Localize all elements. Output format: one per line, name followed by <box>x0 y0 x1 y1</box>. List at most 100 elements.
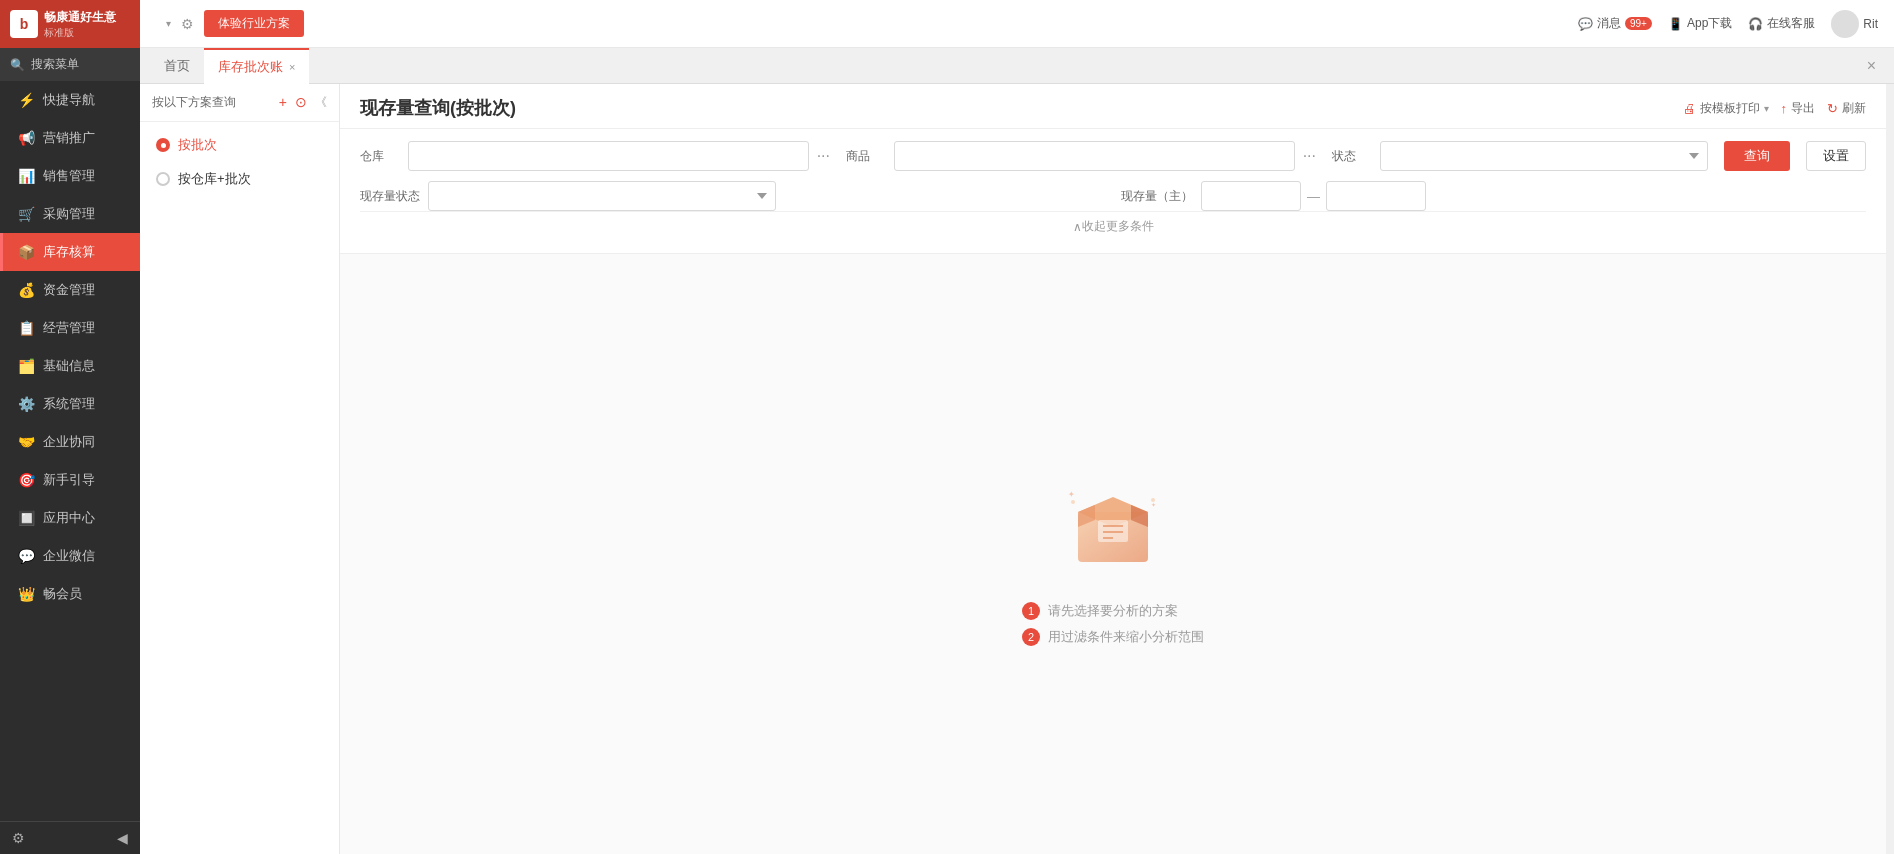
filter-item-label: 按批次 <box>178 136 217 154</box>
sidebar-item-label: 系统管理 <box>43 395 95 413</box>
stock-status-condition: 现存量状态 <box>360 181 1105 211</box>
export-label: 导出 <box>1791 100 1815 117</box>
message-button[interactable]: 💬 消息 99+ <box>1578 15 1652 32</box>
sidebar-item-label: 应用中心 <box>43 509 95 527</box>
tab-close-icon[interactable]: × <box>289 61 295 73</box>
query-actions: 🖨 按模板打印 ▾ ↑ 导出 ↻ 刷新 <box>1683 100 1867 117</box>
app-logo: b <box>10 10 38 38</box>
trial-industry-button[interactable]: 体验行业方案 <box>204 10 304 37</box>
filter-panel-header: 按以下方案查询 + ⊙ 《 <box>140 84 339 122</box>
sidebar-item-label: 快捷导航 <box>43 91 95 109</box>
refresh-icon: ↻ <box>1827 101 1838 116</box>
inventory-icon: 📦 <box>17 244 35 260</box>
sidebar-item-label: 新手引导 <box>43 471 95 489</box>
sidebar-header: b 畅康通好生意 标准版 <box>0 0 140 48</box>
user-name: Rit <box>1863 17 1878 31</box>
topbar: ▾ ⚙ 体验行业方案 💬 消息 99+ 📱 App下载 🎧 在线客服 Rit <box>140 0 1894 48</box>
filter-add-icon[interactable]: + <box>279 94 287 111</box>
print-dropdown-icon[interactable]: ▾ <box>1764 103 1769 114</box>
filter-panel: 按以下方案查询 + ⊙ 《 按批次 按仓库+批次 <box>140 84 340 854</box>
online-service-button[interactable]: 🎧 在线客服 <box>1748 15 1815 32</box>
print-button[interactable]: 🖨 按模板打印 ▾ <box>1683 100 1769 117</box>
empty-tips: 1 请先选择要分析的方案 2 用过滤条件来缩小分析范围 <box>1022 602 1204 646</box>
tip-number-1: 1 <box>1022 602 1040 620</box>
main-content: ▾ ⚙ 体验行业方案 💬 消息 99+ 📱 App下载 🎧 在线客服 Rit <box>140 0 1894 854</box>
sidebar-item-quick-nav[interactable]: ⚡ 快捷导航 <box>0 81 140 119</box>
stock-status-select[interactable] <box>428 181 776 211</box>
settings-footer-icon[interactable]: ⚙ <box>12 830 25 846</box>
sidebar-item-guide[interactable]: 🎯 新手引导 <box>0 461 140 499</box>
empty-illustration: ✦ ✦ <box>1053 462 1173 582</box>
svg-text:✦: ✦ <box>1068 490 1075 499</box>
sales-icon: 📊 <box>17 168 35 184</box>
topbar-dropdown-icon[interactable]: ▾ <box>166 18 171 29</box>
page-close-button[interactable]: × <box>1859 53 1884 79</box>
status-select[interactable] <box>1380 141 1708 171</box>
operation-icon: 📋 <box>17 320 35 336</box>
purchase-icon: 🛒 <box>17 206 35 222</box>
sidebar-item-sales[interactable]: 📊 销售管理 <box>0 157 140 195</box>
sidebar-item-label: 营销推广 <box>43 129 95 147</box>
sidebar-item-basic[interactable]: 🗂️ 基础信息 <box>0 347 140 385</box>
collapse-conditions-button[interactable]: ∧ 收起更多条件 <box>360 211 1866 241</box>
sidebar-item-label: 库存核算 <box>43 243 95 261</box>
filter-item-by-batch[interactable]: 按批次 <box>140 128 339 162</box>
user-avatar <box>1831 10 1859 38</box>
sidebar-item-marketing[interactable]: 📢 营销推广 <box>0 119 140 157</box>
user-menu[interactable]: Rit <box>1831 10 1878 38</box>
quantity-range: — <box>1201 181 1426 211</box>
system-icon: ⚙️ <box>17 396 35 412</box>
online-service-icon: 🎧 <box>1748 17 1763 31</box>
message-badge: 99+ <box>1625 17 1652 30</box>
export-button[interactable]: ↑ 导出 <box>1781 100 1816 117</box>
chevron-up-icon: ∧ <box>1073 220 1082 234</box>
search-button[interactable]: 查询 <box>1724 141 1790 171</box>
warehouse-input[interactable] <box>408 141 809 171</box>
collapse-sidebar-icon[interactable]: ◀ <box>117 830 128 846</box>
app-download-button[interactable]: 📱 App下载 <box>1668 15 1732 32</box>
sidebar-item-inventory[interactable]: 📦 库存核算 <box>0 233 140 271</box>
sidebar-item-purchase[interactable]: 🛒 采购管理 <box>0 195 140 233</box>
filter-collapse-icon[interactable]: 《 <box>315 94 327 111</box>
message-label: 消息 <box>1597 15 1621 32</box>
goods-input[interactable] <box>894 141 1295 171</box>
company-name: 畅康通好生意 <box>44 9 116 26</box>
filter-settings-icon[interactable]: ⊙ <box>295 94 307 111</box>
topbar-gear-icon[interactable]: ⚙ <box>181 16 194 32</box>
sidebar-item-label: 企业微信 <box>43 547 95 565</box>
sidebar-item-label: 采购管理 <box>43 205 95 223</box>
sidebar-item-label: 企业协同 <box>43 433 95 451</box>
refresh-label: 刷新 <box>1842 100 1866 117</box>
search-menu[interactable]: 🔍 搜索菜单 <box>0 48 140 81</box>
settings-button[interactable]: 设置 <box>1806 141 1866 171</box>
topbar-left: ▾ ⚙ 体验行业方案 <box>156 10 304 37</box>
tab-inventory-batch[interactable]: 库存批次账 × <box>204 48 309 84</box>
sidebar-item-wechat[interactable]: 💬 企业微信 <box>0 537 140 575</box>
sidebar-item-label: 畅会员 <box>43 585 82 603</box>
print-icon: 🖨 <box>1683 101 1696 116</box>
sidebar-item-finance[interactable]: 💰 资金管理 <box>0 271 140 309</box>
filter-radio-empty <box>156 172 170 186</box>
empty-tip-1: 1 请先选择要分析的方案 <box>1022 602 1204 620</box>
quantity-min-input[interactable] <box>1201 181 1301 211</box>
filter-item-by-warehouse-batch[interactable]: 按仓库+批次 <box>140 162 339 196</box>
refresh-button[interactable]: ↻ 刷新 <box>1827 100 1866 117</box>
marketing-icon: 📢 <box>17 130 35 146</box>
conditions-row-2: 现存量状态 现存量（主） — <box>360 181 1866 211</box>
sidebar-item-operation[interactable]: 📋 经营管理 <box>0 309 140 347</box>
goods-more-icon[interactable]: ··· <box>1303 147 1316 165</box>
sidebar-item-system[interactable]: ⚙️ 系统管理 <box>0 385 140 423</box>
warehouse-more-icon[interactable]: ··· <box>817 147 830 165</box>
stock-status-label: 现存量状态 <box>360 188 420 205</box>
tip-text-1: 请先选择要分析的方案 <box>1048 602 1178 620</box>
sidebar-item-apps[interactable]: 🔲 应用中心 <box>0 499 140 537</box>
tab-home[interactable]: 首页 <box>150 49 204 83</box>
quantity-max-input[interactable] <box>1326 181 1426 211</box>
sidebar-item-member[interactable]: 👑 畅会员 <box>0 575 140 613</box>
sidebar-item-enterprise[interactable]: 🤝 企业协同 <box>0 423 140 461</box>
filter-item-label: 按仓库+批次 <box>178 170 251 188</box>
member-icon: 👑 <box>17 586 35 602</box>
empty-state: ✦ ✦ 1 请先选择要分析的方案 2 用过滤条件来缩小分析范围 <box>340 254 1886 854</box>
filter-panel-actions: + ⊙ 《 <box>279 94 327 111</box>
warehouse-label: 仓库 <box>360 148 400 165</box>
